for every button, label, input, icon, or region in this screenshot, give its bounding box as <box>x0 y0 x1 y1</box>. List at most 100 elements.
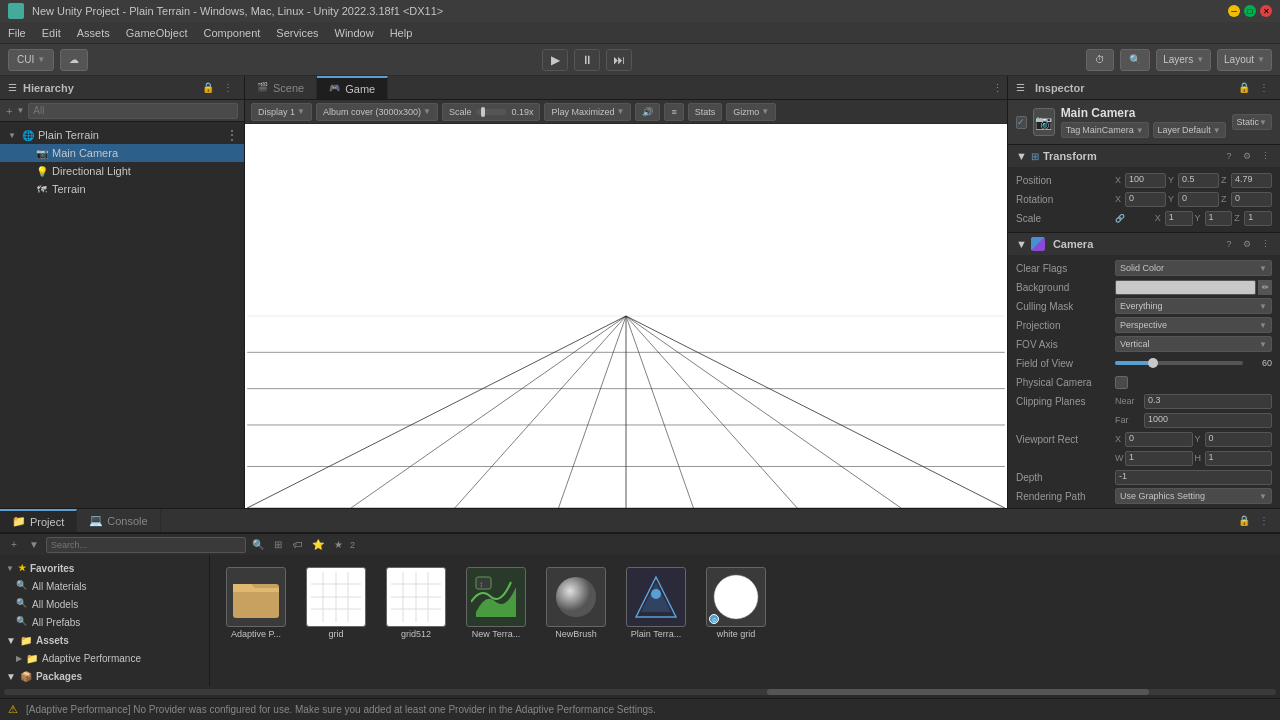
add-object-icon[interactable]: + <box>6 105 12 117</box>
fav-all-models[interactable]: 🔍 All Models <box>0 595 209 613</box>
asset-grid512[interactable]: grid512 <box>378 563 454 644</box>
cui-button[interactable]: CUI ▼ <box>8 49 54 71</box>
stats-button[interactable]: Stats <box>688 103 723 121</box>
transform-header[interactable]: ▼ ⊞ Transform ? ⚙ ⋮ <box>1008 145 1280 167</box>
rotation-y-input[interactable]: 0 <box>1178 192 1219 207</box>
scale-x-input[interactable]: 1 <box>1165 211 1193 226</box>
resolution-dropdown[interactable]: Album cover (3000x300) ▼ <box>316 103 438 121</box>
vsync-button[interactable]: ≡ <box>664 103 683 121</box>
add-asset-icon[interactable]: + <box>6 537 22 553</box>
hierarchy-light-item[interactable]: 💡 Directional Light <box>0 162 244 180</box>
menu-edit[interactable]: Edit <box>42 27 61 39</box>
rotation-z-input[interactable]: 0 <box>1231 192 1272 207</box>
menu-assets[interactable]: Assets <box>77 27 110 39</box>
menu-file[interactable]: File <box>8 27 26 39</box>
tab-scene[interactable]: 🎬 Scene <box>245 76 317 99</box>
hierarchy-search-input[interactable] <box>28 103 238 119</box>
play-maximized-dropdown[interactable]: Play Maximized ▼ <box>544 103 631 121</box>
viewport-w-input[interactable]: 1 <box>1125 451 1193 466</box>
hierarchy-lock-icon[interactable]: 🔒 <box>200 80 216 96</box>
scale-control[interactable]: Scale 0.19x <box>442 103 541 121</box>
fov-slider[interactable] <box>1115 361 1243 365</box>
search-toolbar-button[interactable]: 🔍 <box>1120 49 1150 71</box>
assets-adaptive-perf-item[interactable]: ▶ 📁 Adaptive Performance <box>0 649 209 667</box>
scale-z-input[interactable]: 1 <box>1244 211 1272 226</box>
project-more-icon[interactable]: ⋮ <box>1256 513 1272 529</box>
object-active-checkbox[interactable] <box>1016 116 1027 129</box>
step-button[interactable]: ⏭ <box>606 49 632 71</box>
camera-more-icon[interactable]: ⋮ <box>1258 237 1272 251</box>
menu-component[interactable]: Component <box>203 27 260 39</box>
project-lock-icon[interactable]: 🔒 <box>1236 513 1252 529</box>
camera-header[interactable]: ▼ Camera ? ⚙ ⋮ <box>1008 233 1280 255</box>
camera-settings-icon[interactable]: ⚙ <box>1240 237 1254 251</box>
assets-tree-header[interactable]: ▼ 📁 Assets <box>0 631 209 649</box>
static-dropdown[interactable]: Static ▼ <box>1232 114 1272 130</box>
asset-adaptive-p[interactable]: Adaptive P... <box>218 563 294 644</box>
position-z-input[interactable]: 4.79 <box>1231 173 1272 188</box>
transform-more-icon[interactable]: ⋮ <box>1258 149 1272 163</box>
viewport-y-input[interactable]: 0 <box>1205 432 1273 447</box>
clear-flags-dropdown[interactable]: Solid Color ▼ <box>1115 260 1272 276</box>
project-label-icon[interactable]: 🏷 <box>290 537 306 553</box>
menu-window[interactable]: Window <box>335 27 374 39</box>
menu-help[interactable]: Help <box>390 27 413 39</box>
transform-settings-icon[interactable]: ⚙ <box>1240 149 1254 163</box>
tab-console[interactable]: 💻 Console <box>77 509 160 532</box>
tab-project[interactable]: 📁 Project <box>0 509 77 532</box>
close-button[interactable]: ✕ <box>1260 5 1272 17</box>
asset-plain-terra[interactable]: Plain Terra... <box>618 563 694 644</box>
packages-tree-header[interactable]: ▼ 📦 Packages <box>0 667 209 685</box>
project-star-icon[interactable]: ★ <box>330 537 346 553</box>
menu-services[interactable]: Services <box>276 27 318 39</box>
view-more-icon[interactable]: ⋮ <box>987 76 1007 100</box>
add-asset-arrow-icon[interactable]: ▼ <box>26 537 42 553</box>
play-button[interactable]: ▶ <box>542 49 568 71</box>
scale-y-input[interactable]: 1 <box>1205 211 1233 226</box>
scrollbar-thumb[interactable] <box>767 689 1149 695</box>
tab-game[interactable]: 🎮 Game <box>317 76 388 99</box>
project-search-input[interactable] <box>46 537 246 553</box>
physical-camera-checkbox[interactable] <box>1115 376 1128 389</box>
rotation-x-input[interactable]: 0 <box>1125 192 1166 207</box>
asset-newbrush[interactable]: NewBrush <box>538 563 614 644</box>
add-arrow-icon[interactable]: ▼ <box>16 106 24 115</box>
background-color-swatch[interactable] <box>1115 280 1256 295</box>
asset-grid[interactable]: grid <box>298 563 374 644</box>
tag-dropdown[interactable]: Tag MainCamera ▼ <box>1061 122 1149 138</box>
history-button[interactable]: ⏱ <box>1086 49 1114 71</box>
projection-dropdown[interactable]: Perspective ▼ <box>1115 317 1272 333</box>
fov-axis-dropdown[interactable]: Vertical ▼ <box>1115 336 1272 352</box>
gizmos-button[interactable]: Gizmo ▼ <box>726 103 776 121</box>
depth-input[interactable]: -1 <box>1115 470 1272 485</box>
asset-white-grid[interactable]: ⊙ white grid <box>698 563 774 644</box>
mute-button[interactable]: 🔊 <box>635 103 660 121</box>
fav-all-materials[interactable]: 🔍 All Materials <box>0 577 209 595</box>
project-refresh-icon[interactable]: ⭐ <box>310 537 326 553</box>
hierarchy-scene-item[interactable]: ▼ 🌐 Plain Terrain ⋮ <box>0 126 244 144</box>
menu-gameobject[interactable]: GameObject <box>126 27 188 39</box>
hierarchy-camera-item[interactable]: 📷 Main Camera <box>0 144 244 162</box>
position-x-input[interactable]: 100 <box>1125 173 1166 188</box>
project-search-icon[interactable]: 🔍 <box>250 537 266 553</box>
layer-dropdown[interactable]: Layer Default ▼ <box>1153 122 1226 138</box>
cloud-button[interactable]: ☁ <box>60 49 88 71</box>
clipping-near-input[interactable]: 0.3 <box>1144 394 1272 409</box>
pause-button[interactable]: ⏸ <box>574 49 600 71</box>
asset-new-terra[interactable]: ↕ New Terra... <box>458 563 534 644</box>
display-dropdown[interactable]: Display 1 ▼ <box>251 103 312 121</box>
culling-mask-dropdown[interactable]: Everything ▼ <box>1115 298 1272 314</box>
clipping-far-input[interactable]: 1000 <box>1144 413 1272 428</box>
inspector-lock-icon[interactable]: 🔒 <box>1236 80 1252 96</box>
viewport-h-input[interactable]: 1 <box>1205 451 1273 466</box>
favorites-section-header[interactable]: ▼ ★ Favorites <box>0 559 209 577</box>
rendering-path-dropdown[interactable]: Use Graphics Setting ▼ <box>1115 488 1272 504</box>
transform-help-icon[interactable]: ? <box>1222 149 1236 163</box>
viewport-x-input[interactable]: 0 <box>1125 432 1193 447</box>
layers-dropdown[interactable]: Layers ▼ <box>1156 49 1211 71</box>
color-picker-button[interactable]: ✏ <box>1258 280 1272 295</box>
hierarchy-more-icon[interactable]: ⋮ <box>220 80 236 96</box>
hierarchy-terrain-item[interactable]: 🗺 Terrain <box>0 180 244 198</box>
camera-help-icon[interactable]: ? <box>1222 237 1236 251</box>
maximize-button[interactable]: □ <box>1244 5 1256 17</box>
